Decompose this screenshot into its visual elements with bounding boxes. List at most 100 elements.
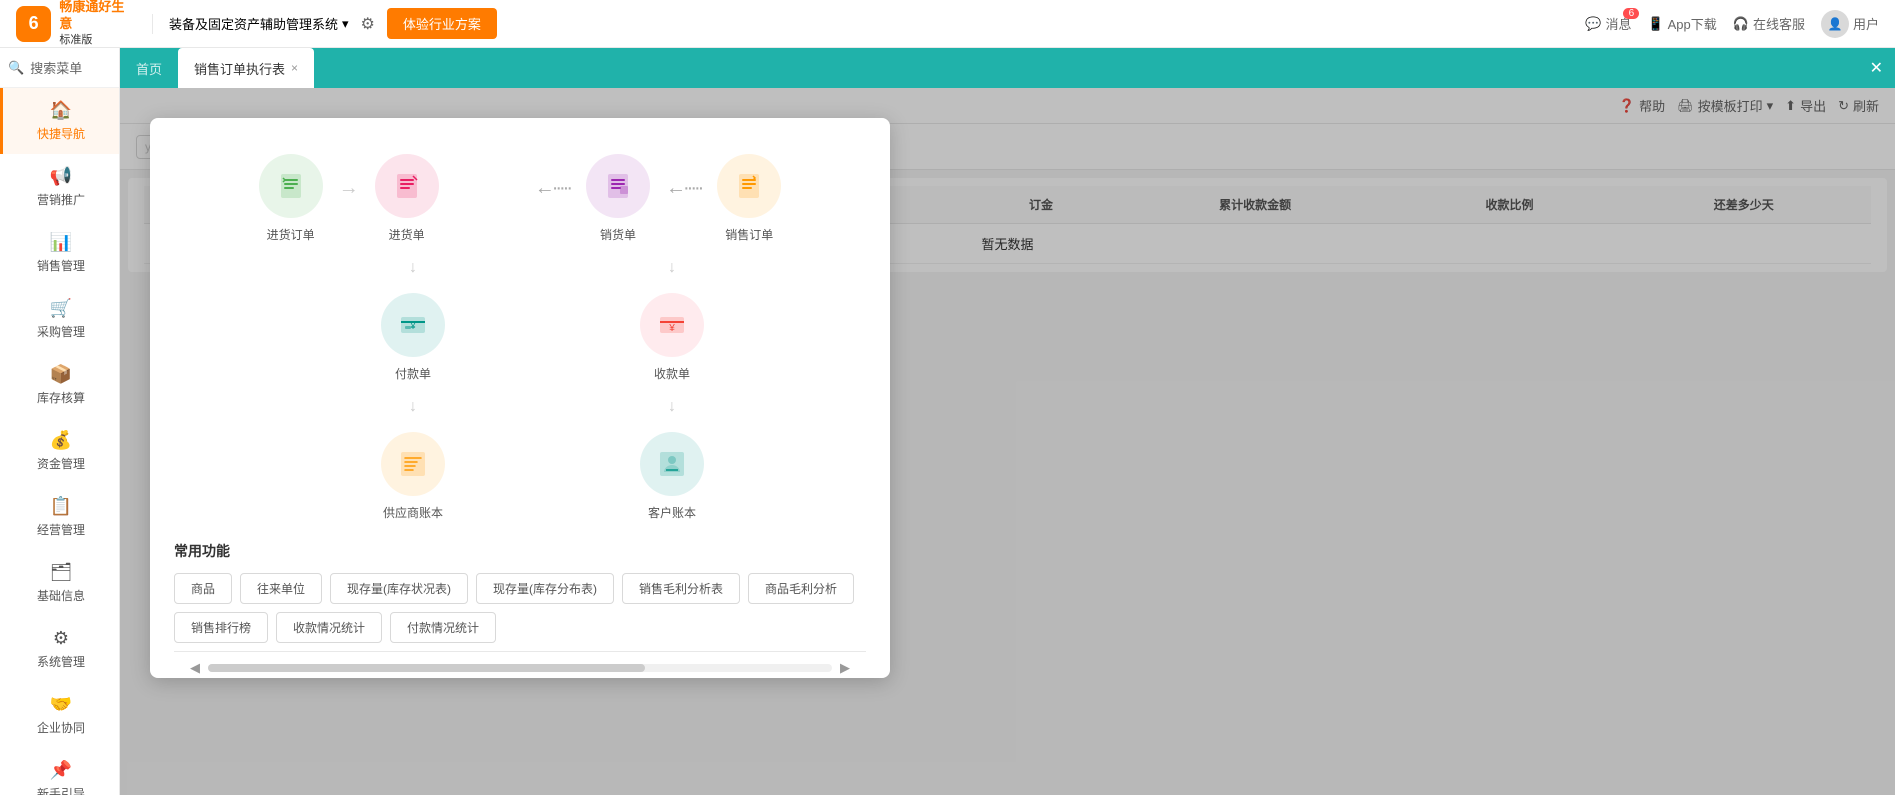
top-right: 💬 消息 6 📱 App下载 🎧 在线客服 👤 用户 (1585, 10, 1879, 38)
operation-icon: 📋 (50, 496, 72, 517)
sidebar-item-quicknav[interactable]: 🏠 快捷导航 (0, 88, 119, 154)
flow-diagram-container: 进货订单 → 进货单 (174, 142, 866, 533)
user-name-label: 用户 (1853, 14, 1879, 33)
sales-order-label: 销售订单 (725, 226, 773, 243)
sidebar-search-label: 搜索菜单 (30, 58, 82, 77)
top-divider (152, 14, 153, 34)
sidebar-item-system-label: 系统管理 (37, 653, 85, 670)
sidebar-item-basic[interactable]: 🗂 基础信息 (0, 550, 119, 616)
flow-item-sales[interactable]: 销货单 (574, 142, 662, 255)
func-btn-sales-rank[interactable]: 销售排行榜 (174, 612, 268, 643)
scroll-track (208, 664, 832, 672)
tab-close-icon[interactable]: × (291, 61, 298, 75)
tab-bar: 首页 销售订单执行表 × ✕ (120, 48, 1895, 88)
marketing-icon: 📢 (50, 166, 72, 187)
sidebar-item-operation-label: 经营管理 (37, 521, 85, 538)
supplier-account-label: 供应商账本 (383, 504, 443, 521)
collab-icon: 🤝 (50, 694, 72, 715)
sidebar-item-guide[interactable]: 📌 新手引导 (0, 748, 119, 795)
avatar: 👤 (1821, 10, 1849, 38)
svg-text:¥: ¥ (409, 321, 416, 331)
top-left: 6 畅康通好生意 标准版 装备及固定资产辅助管理系统 ▾ ⚙ 体验行业方案 (16, 0, 497, 48)
tab-sales-order[interactable]: 销售订单执行表 × (178, 48, 314, 88)
sidebar-item-marketing[interactable]: 📢 营销推广 (0, 154, 119, 220)
app-download-btn[interactable]: 📱 App下载 (1647, 14, 1716, 33)
func-btn-stock-dist[interactable]: 现存量(库存分布表) (476, 573, 614, 604)
scroll-right-arrow[interactable]: ▶ (840, 660, 850, 676)
system-icon: ⚙ (53, 628, 69, 649)
flow-item-purchase[interactable]: 进货单 (363, 142, 451, 255)
func-btn-stock-status[interactable]: 现存量(库存状况表) (330, 573, 468, 604)
sidebar-item-inventory[interactable]: 📦 库存核算 (0, 352, 119, 418)
sales-order-icon (717, 154, 781, 218)
popup-overlay: 进货订单 → 进货单 (120, 88, 1895, 795)
logo-area: 6 畅康通好生意 标准版 (16, 0, 136, 48)
flow-arrow-dashed-1: ←····· (531, 177, 574, 200)
common-functions: 常用功能 商品 往来单位 现存量(库存状况表) 现存量(库存分布表) 销售毛利分… (174, 541, 866, 643)
flow-item-payment[interactable]: ¥ 付款单 (369, 281, 457, 394)
user-menu[interactable]: 👤 用户 (1821, 10, 1879, 38)
sidebar-item-basic-label: 基础信息 (37, 587, 85, 604)
purchase-icon (375, 154, 439, 218)
flow-item-purchase-order[interactable]: 进货订单 (247, 142, 335, 255)
scroll-thumb[interactable] (208, 664, 645, 672)
message-btn[interactable]: 💬 消息 6 (1585, 14, 1631, 33)
func-btn-contacts[interactable]: 往来单位 (240, 573, 322, 604)
content-area: 首页 销售订单执行表 × ✕ ❓ 帮助 🖨 按 (120, 48, 1895, 795)
func-btn-payment-stats[interactable]: 付款情况统计 (390, 612, 496, 643)
sidebar-item-collab-label: 企业协同 (37, 719, 85, 736)
common-functions-title: 常用功能 (174, 541, 866, 561)
func-btn-sales-analysis[interactable]: 销售毛利分析表 (622, 573, 740, 604)
flow-arrow-down-3: ↓ (409, 398, 417, 416)
flow-mid-section: ↓ ¥ 付款单 ↓ (174, 255, 866, 533)
online-service-label: 在线客服 (1753, 14, 1805, 33)
svg-text:¥: ¥ (668, 323, 675, 334)
sidebar-item-operation[interactable]: 📋 经营管理 (0, 484, 119, 550)
sidebar-item-sales[interactable]: 📊 销售管理 (0, 220, 119, 286)
inventory-icon: 📦 (50, 364, 72, 385)
message-icon: 💬 (1585, 16, 1601, 32)
sidebar-item-finance-label: 资金管理 (37, 455, 85, 472)
flow-left-col: ↓ ¥ 付款单 ↓ (369, 255, 457, 533)
flow-arrow-down-2: ↓ (668, 259, 676, 277)
flow-arrow-1: → (335, 177, 363, 200)
sidebar-item-purchase[interactable]: 🛒 采购管理 (0, 286, 119, 352)
sidebar-item-system[interactable]: ⚙ 系统管理 (0, 616, 119, 682)
func-btn-product-profit[interactable]: 商品毛利分析 (748, 573, 854, 604)
flow-item-customer-account[interactable]: 客户账本 (628, 420, 716, 533)
func-btn-receipt-stats[interactable]: 收款情况统计 (276, 612, 382, 643)
settings-icon[interactable]: ⚙ (361, 14, 375, 34)
tab-home[interactable]: 首页 (120, 48, 178, 88)
sidebar-item-marketing-label: 营销推广 (37, 191, 85, 208)
sales-icon: 📊 (50, 232, 72, 253)
customer-account-icon (640, 432, 704, 496)
tab-bar-close-btn[interactable]: ✕ (1870, 58, 1883, 78)
scroll-left-arrow[interactable]: ◀ (190, 660, 200, 676)
scroll-bar-area: ◀ ▶ (174, 651, 866, 678)
sidebar: 🔍 搜索菜单 🏠 快捷导航 📢 营销推广 📊 销售管理 🛒 采购管理 📦 (0, 48, 120, 795)
flow-item-sales-order[interactable]: 销售订单 (705, 142, 793, 255)
search-icon: 🔍 (8, 60, 24, 76)
func-btn-product[interactable]: 商品 (174, 573, 232, 604)
sidebar-item-collab[interactable]: 🤝 企业协同 (0, 682, 119, 748)
flow-mid-spacer (457, 255, 628, 533)
flow-right-col: ↓ ¥ 收款单 ↓ (628, 255, 716, 533)
func-buttons-row1: 商品 往来单位 现存量(库存状况表) 现存量(库存分布表) 销售毛利分析表 商品… (174, 573, 866, 604)
flow-item-supplier-account[interactable]: 供应商账本 (369, 420, 457, 533)
flow-top-row: 进货订单 → 进货单 (247, 142, 794, 255)
sidebar-item-sales-label: 销售管理 (37, 257, 85, 274)
receipt-label: 收款单 (654, 365, 690, 382)
sidebar-item-finance[interactable]: 💰 资金管理 (0, 418, 119, 484)
logo-text: 畅康通好生意 标准版 (59, 0, 136, 48)
sidebar-search[interactable]: 🔍 搜索菜单 (0, 48, 119, 88)
guide-icon: 📌 (50, 760, 72, 781)
page-content: ❓ 帮助 🖨 按模板打印 ▾ ⬆ 导出 ↻ 刷新 (120, 88, 1895, 795)
sidebar-item-quicknav-label: 快捷导航 (37, 125, 85, 142)
purchase-label: 进货单 (389, 226, 425, 243)
trial-button[interactable]: 体验行业方案 (387, 8, 497, 39)
purchase-order-icon (259, 154, 323, 218)
flow-item-receipt[interactable]: ¥ 收款单 (628, 281, 716, 394)
system-name-dropdown[interactable]: 装备及固定资产辅助管理系统 ▾ (169, 14, 349, 33)
online-service-btn[interactable]: 🎧 在线客服 (1733, 14, 1805, 33)
supplier-account-icon (381, 432, 445, 496)
